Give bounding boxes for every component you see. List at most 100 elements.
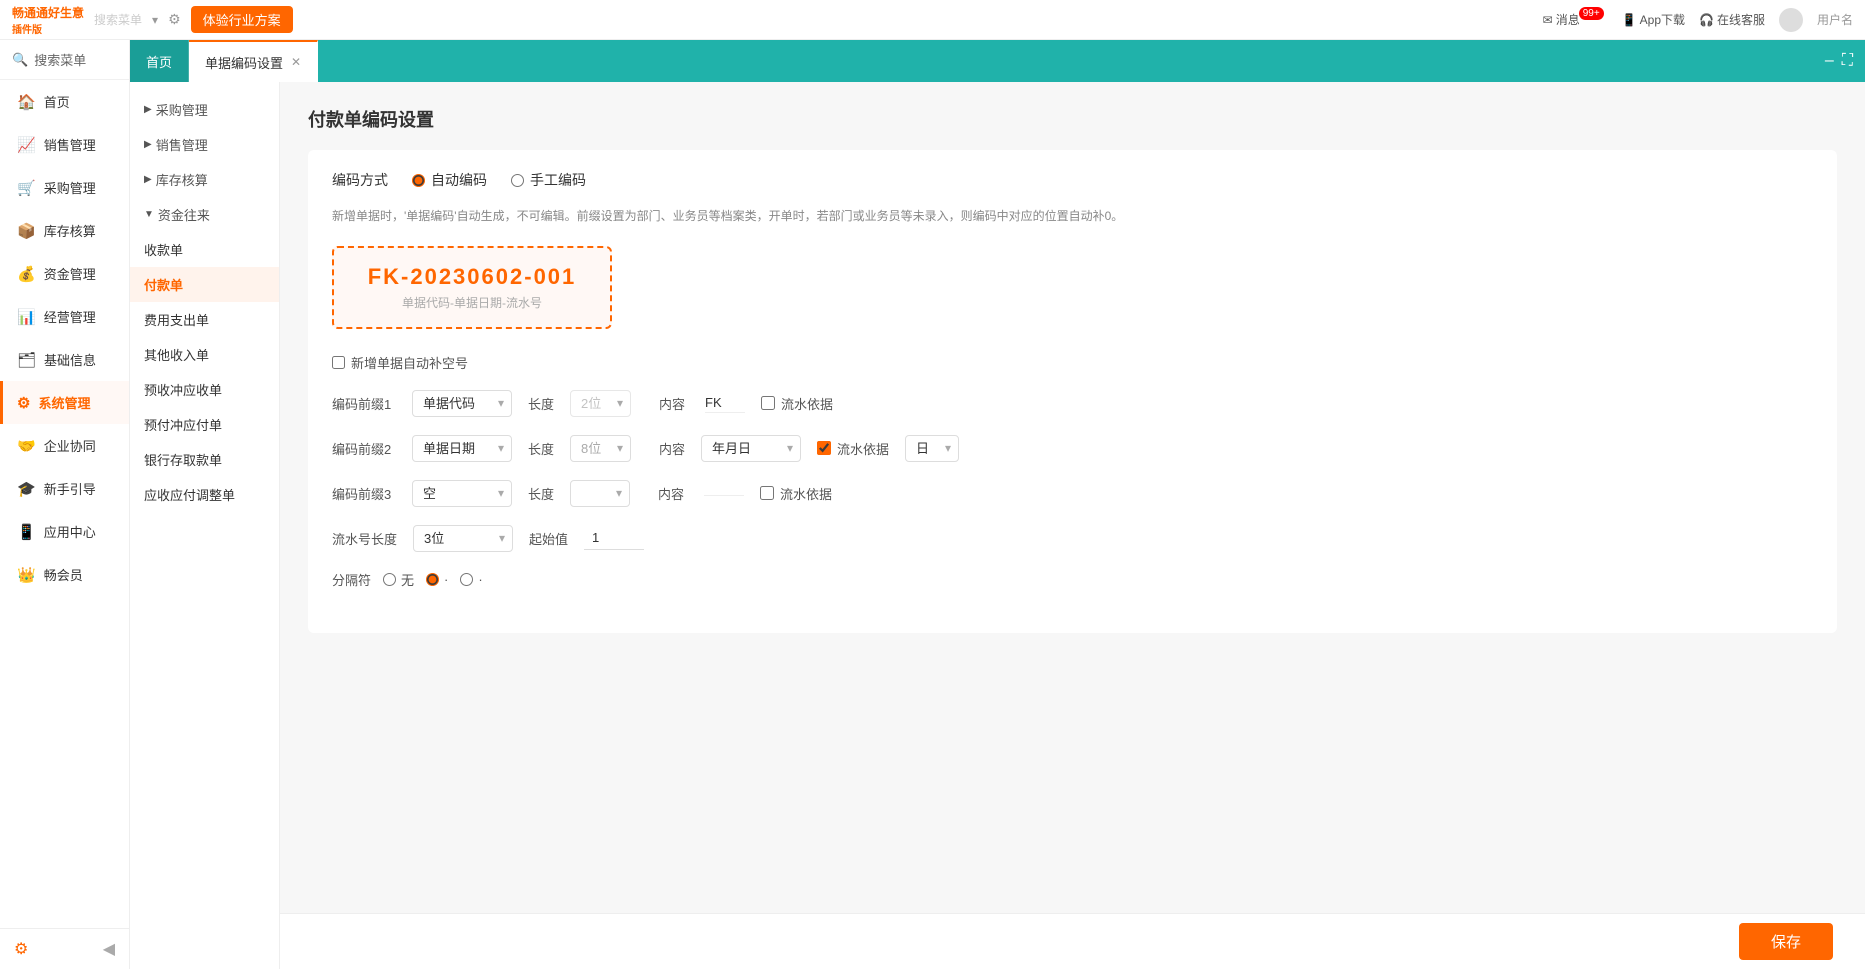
home-icon: 🏠: [17, 93, 36, 111]
serial-length-label: 流水号长度: [332, 529, 397, 548]
sidebar-item-basic[interactable]: 🗂 基础信息: [0, 338, 129, 381]
sidebar-item-appstore[interactable]: 📱 应用中心: [0, 510, 129, 553]
sec-group-inventory[interactable]: ▶ 库存核算: [130, 162, 279, 197]
sec-group-label-sales: 销售管理: [156, 135, 208, 154]
sidebar-item-home[interactable]: 🏠 首页: [0, 80, 129, 123]
nav-collapse-icon[interactable]: ◀: [103, 939, 115, 959]
tabbar-minimize-icon[interactable]: –: [1825, 52, 1834, 70]
prefix-select-wrapper-2[interactable]: 单据日期: [412, 435, 512, 462]
prefix-select-1[interactable]: 单据代码: [412, 390, 512, 417]
prefix-select-3[interactable]: 空: [412, 480, 512, 507]
sidebar-item-guide[interactable]: 🎓 新手引导: [0, 467, 129, 510]
prefix-select-2[interactable]: 单据日期: [412, 435, 512, 462]
serial-label-1: 流水依据: [781, 394, 833, 413]
trial-button[interactable]: 体验行业方案: [191, 6, 293, 33]
manual-code-radio[interactable]: [511, 174, 524, 187]
auto-fill-checkbox[interactable]: [332, 356, 345, 369]
nav-bottom-settings-icon[interactable]: ⚙: [14, 939, 28, 959]
tab-close-icon[interactable]: ✕: [291, 55, 301, 69]
serial-checkbox-3[interactable]: [760, 486, 774, 500]
sec-item-adjustment-label: 应收应付调整单: [144, 485, 235, 504]
topbar-gear-icon[interactable]: ⚙: [168, 11, 181, 28]
tab-document-code-label: 单据编码设置: [205, 53, 283, 72]
sec-item-prepaid-payable[interactable]: 预付冲应付单: [130, 407, 279, 442]
sep-dot-label[interactable]: ·: [426, 572, 448, 587]
coding-method-label: 编码方式: [332, 170, 388, 190]
length-select-wrapper-2[interactable]: 8位: [570, 435, 631, 462]
app-label: App下载: [1640, 11, 1685, 28]
prefix-row-1: 编码前缀1 单据代码 长度 2位: [332, 390, 1813, 417]
serial-start-input[interactable]: [584, 526, 644, 550]
length-select-wrapper-3[interactable]: [570, 480, 630, 507]
tabbar-expand-icon[interactable]: ⛶: [1842, 52, 1853, 70]
sec-group-sales[interactable]: ▶ 销售管理: [130, 127, 279, 162]
section-box: 编码方式 自动编码 手工编码 新增单据时，'单据编码'自动生成，不可编: [308, 150, 1837, 633]
serial-checkbox-1[interactable]: [761, 396, 775, 410]
prefix-label-1: 编码前缀1: [332, 394, 396, 413]
prefix-select-wrapper-1[interactable]: 单据代码: [412, 390, 512, 417]
sec-group-capital[interactable]: ▼ 资金往来: [130, 197, 279, 232]
avatar[interactable]: [1779, 8, 1803, 32]
length-select-2[interactable]: 8位: [570, 435, 631, 462]
sidebar-item-member[interactable]: 👑 畅会员: [0, 553, 129, 596]
sec-item-prepay-offset[interactable]: 预收冲应收单: [130, 372, 279, 407]
sec-item-bank[interactable]: 银行存取款单: [130, 442, 279, 477]
sep-none-radio[interactable]: [383, 573, 396, 586]
sec-item-expense-label: 费用支出单: [144, 310, 209, 329]
content-label-2: 内容: [659, 439, 685, 458]
content-select-2[interactable]: 年月日: [701, 435, 801, 462]
length-select-3[interactable]: [570, 480, 630, 507]
sec-group-purchase[interactable]: ▶ 采购管理: [130, 92, 279, 127]
topbar-placeholder: 搜索菜单: [94, 11, 142, 28]
layout: 🔍 搜索菜单 🏠 首页 📈 销售管理 🛒 采购管理 📦 库存核算 💰 资金管理 …: [0, 40, 1865, 969]
nav-bottom: ⚙ ◀: [0, 928, 129, 969]
serial-check-row-2: 流水依据: [817, 439, 889, 458]
sec-item-adjustment[interactable]: 应收应付调整单: [130, 477, 279, 512]
sidebar-item-purchase[interactable]: 🛒 采购管理: [0, 166, 129, 209]
app-icon: 📱: [1622, 13, 1637, 27]
appstore-icon: 📱: [17, 523, 36, 541]
day-select[interactable]: 日: [905, 435, 959, 462]
sec-item-payment[interactable]: 付款单: [130, 267, 279, 302]
sec-item-expense[interactable]: 费用支出单: [130, 302, 279, 337]
topbar-dropdown-arrow[interactable]: ▾: [152, 13, 158, 27]
day-select-wrapper[interactable]: 日: [905, 435, 959, 462]
sep-none-label[interactable]: 无: [383, 570, 414, 589]
sep-dot2-label[interactable]: ·: [460, 572, 482, 587]
sidebar-item-enterprise[interactable]: 🤝 企业协同: [0, 424, 129, 467]
content-select-wrapper-2[interactable]: 年月日: [701, 435, 801, 462]
sidebar-item-inventory[interactable]: 📦 库存核算: [0, 209, 129, 252]
save-button[interactable]: 保存: [1739, 923, 1833, 960]
auto-code-radio-label[interactable]: 自动编码: [412, 170, 487, 190]
topbar-right: ✉ 消息 99+ 📱 App下载 🎧 在线客服 用户名: [1543, 8, 1853, 32]
app-download-item[interactable]: 📱 App下载: [1622, 11, 1685, 28]
basic-icon: 🗂: [17, 351, 36, 369]
sidebar-item-sales[interactable]: 📈 销售管理: [0, 123, 129, 166]
auto-code-radio[interactable]: [412, 174, 425, 187]
preview-label: 单据代码-单据日期-流水号: [364, 294, 580, 311]
sec-item-other-income[interactable]: 其他收入单: [130, 337, 279, 372]
serial-length-select[interactable]: 3位: [413, 525, 513, 552]
separator-label: 分隔符: [332, 570, 371, 589]
sep-dot-radio[interactable]: [426, 573, 439, 586]
sidebar-item-management[interactable]: 📊 经营管理: [0, 295, 129, 338]
serial-length-select-wrapper[interactable]: 3位: [413, 525, 513, 552]
tab-document-code[interactable]: 单据编码设置 ✕: [189, 40, 318, 82]
sidebar-item-system[interactable]: ⚙ 系统管理: [0, 381, 129, 424]
prefix-select-wrapper-3[interactable]: 空: [412, 480, 512, 507]
tab-home[interactable]: 首页: [130, 40, 189, 82]
message-item[interactable]: ✉ 消息 99+: [1543, 11, 1608, 28]
sidebar-item-finance[interactable]: 💰 资金管理: [0, 252, 129, 295]
service-item[interactable]: 🎧 在线客服: [1699, 11, 1765, 28]
service-label: 在线客服: [1717, 11, 1765, 28]
sep-dot2-radio[interactable]: [460, 573, 473, 586]
manual-code-radio-label[interactable]: 手工编码: [511, 170, 586, 190]
nav-search[interactable]: 🔍 搜索菜单: [0, 40, 129, 80]
sec-item-receipt[interactable]: 收款单: [130, 232, 279, 267]
serial-label-2: 流水依据: [837, 439, 889, 458]
sep-none-text: 无: [401, 570, 414, 589]
serial-label-3: 流水依据: [780, 484, 832, 503]
serial-checkbox-2[interactable]: [817, 441, 831, 455]
message-label: 消息: [1556, 11, 1580, 28]
management-icon: 📊: [17, 308, 36, 326]
